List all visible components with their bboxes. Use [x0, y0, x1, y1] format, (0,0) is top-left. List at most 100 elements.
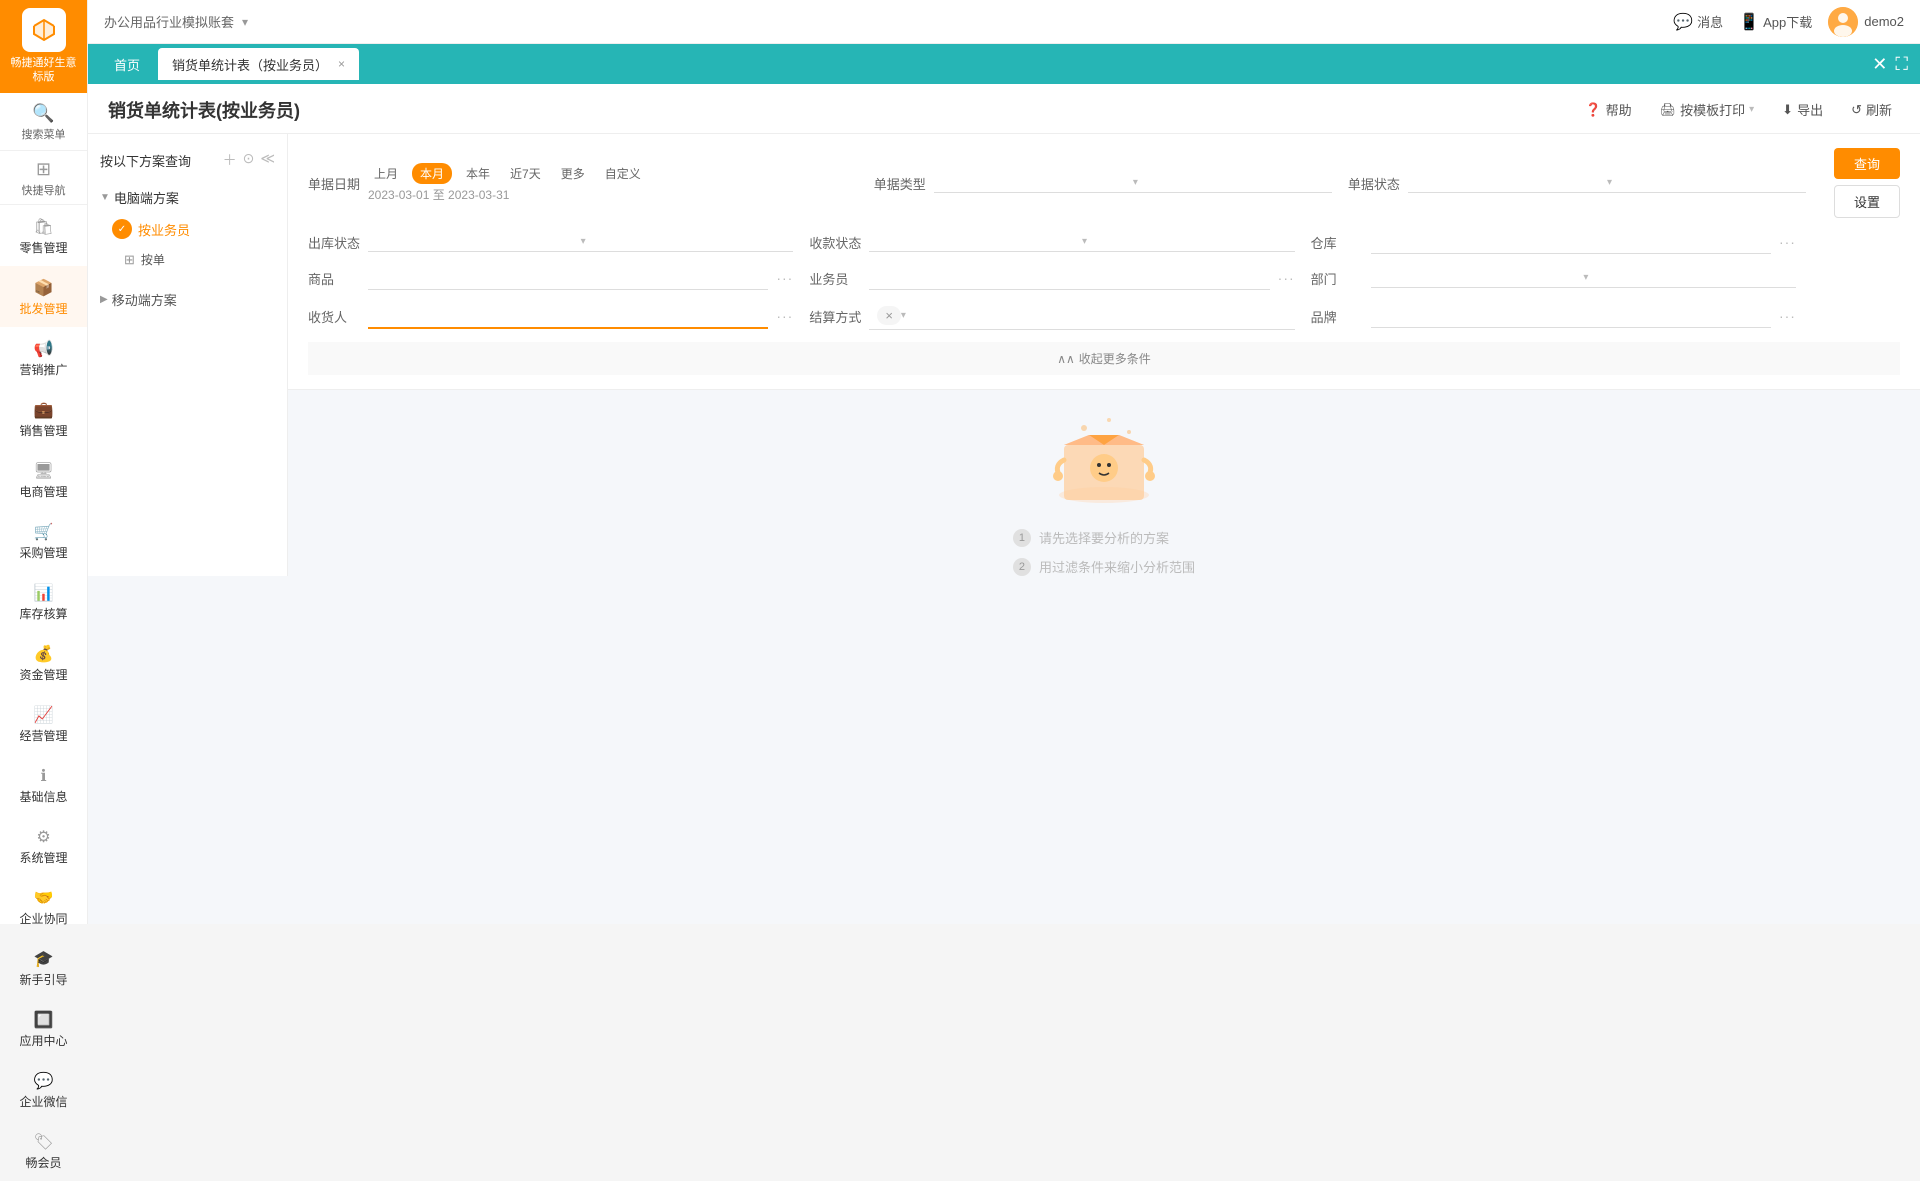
sidebar-guide-item[interactable]: 🎓 新手引导 — [0, 937, 87, 998]
goods-dots-icon[interactable]: ··· — [776, 270, 793, 286]
collapse-sidebar-icon[interactable]: ≪ — [260, 150, 275, 170]
payment-method-arrow-icon[interactable]: ▾ — [901, 310, 1287, 321]
logo-area[interactable]: 畅捷通好生意 标版 — [0, 0, 87, 93]
tab-home[interactable]: 首页 — [100, 48, 154, 80]
date-tab-last-month[interactable]: 上月 — [368, 163, 404, 184]
user-info[interactable]: demo2 — [1828, 7, 1904, 37]
settings-button[interactable]: 设置 — [1834, 185, 1900, 218]
sidebar-search-item[interactable]: 🔍 搜索菜单 — [0, 93, 87, 151]
help-button[interactable]: ❓ 帮助 — [1577, 96, 1639, 123]
sidebar-basics-label: 基础信息 — [19, 788, 67, 805]
sidebar-wechat-item[interactable]: 💬 企业微信 — [0, 1059, 87, 1120]
date-tab-this-year[interactable]: 本年 — [460, 163, 496, 184]
doc-type-field: 单据类型 ▾ — [874, 173, 1332, 193]
date-tabs: 上月 本月 本年 近7天 更多 自定义 — [368, 163, 858, 184]
department-select[interactable]: ▾ — [1371, 268, 1796, 288]
filter-by-order-item[interactable]: ⊞ 按单 — [88, 245, 287, 274]
collapse-row: ∧∧ 收起更多条件 — [308, 342, 1900, 375]
goods-input[interactable] — [368, 266, 768, 290]
empty-content: 1 请先选择要分析的方案 2 用过滤条件来缩小分析范围 — [1013, 390, 1195, 576]
page-content: 销货单统计表(按业务员) ❓ 帮助 🖨 按模板打印 ▾ ⬇ 导出 — [88, 84, 1920, 924]
doc-type-select[interactable]: ▾ — [934, 173, 1332, 193]
collapse-up-icon: ∧∧ — [1057, 352, 1075, 366]
sidebar-finance-item[interactable]: 💰 资金管理 — [0, 632, 87, 693]
tab-home-label: 首页 — [114, 55, 140, 74]
sidebar-collab-item[interactable]: 🤝 企业协同 — [0, 876, 87, 937]
sidebar-system-item[interactable]: ⚙ 系统管理 — [0, 815, 87, 876]
app-download-button[interactable]: 📱 App下载 — [1739, 12, 1812, 32]
sidebar-marketing-item[interactable]: 📢 营销推广 — [0, 327, 87, 388]
sidebar-collab-label: 企业协同 — [19, 910, 67, 927]
export-button[interactable]: ⬇ 导出 — [1774, 96, 1831, 123]
date-tab-more[interactable]: 更多 — [555, 163, 591, 184]
mobile-section-header[interactable]: ▶ 移动端方案 — [88, 284, 287, 315]
sidebar-inventory-label: 库存核算 — [19, 605, 67, 622]
breadcrumb-dropdown-icon[interactable]: ▾ — [242, 15, 248, 29]
recipient-input[interactable] — [368, 304, 768, 329]
app-download-label: App下载 — [1763, 12, 1812, 31]
department-field: 部门 ▾ — [1311, 268, 1796, 288]
edit-scheme-icon[interactable]: ⊙ — [243, 150, 255, 170]
message-button[interactable]: 💬 消息 — [1673, 12, 1723, 32]
add-scheme-icon[interactable]: ＋ — [223, 150, 237, 170]
filter-row-4: 收货人 ··· 结算方式 × ▾ — [308, 302, 1900, 330]
sidebar-finance-label: 资金管理 — [19, 666, 67, 683]
collapse-button[interactable]: ∧∧ 收起更多条件 — [1057, 350, 1151, 367]
sidebar-system-label: 系统管理 — [19, 849, 67, 866]
action-buttons: 查询 设置 — [1834, 148, 1900, 218]
tab-close-icon[interactable]: × — [338, 57, 345, 71]
query-button[interactable]: 查询 — [1834, 148, 1900, 179]
template-print-button[interactable]: 🖨 按模板打印 ▾ — [1652, 96, 1763, 123]
template-print-label: 按模板打印 — [1680, 100, 1745, 119]
tab-sales-stats[interactable]: 销货单统计表（按业务员） × — [158, 48, 359, 80]
brand-dots-icon[interactable]: ··· — [1779, 308, 1796, 324]
sidebar-retail-label: 零售管理 — [19, 239, 67, 256]
department-label: 部门 — [1311, 269, 1371, 288]
filter-sidebar: 按以下方案查询 ＋ ⊙ ≪ ▼ 电脑端方案 ✓ — [88, 134, 288, 576]
breadcrumb: 办公用品行业模拟账套 — [104, 12, 234, 31]
sidebar-wholesale-item[interactable]: 📦 批发管理 — [0, 266, 87, 327]
salesperson-dots-icon[interactable]: ··· — [1278, 270, 1295, 286]
brand-input[interactable] — [1371, 304, 1771, 328]
window-maximize-icon[interactable]: ⛶ — [1895, 54, 1908, 75]
stock-status-select[interactable]: ▾ — [368, 232, 793, 252]
page-title-row: 销货单统计表(按业务员) ❓ 帮助 🖨 按模板打印 ▾ ⬇ 导出 — [108, 96, 1900, 133]
sidebar-basics-item[interactable]: ℹ 基础信息 — [0, 754, 87, 815]
goods-label: 商品 — [308, 269, 368, 288]
window-close-icon[interactable]: ✕ — [1872, 54, 1887, 75]
sidebar-management-item[interactable]: 📈 经营管理 — [0, 693, 87, 754]
sidebar-inventory-item[interactable]: 📊 库存核算 — [0, 571, 87, 632]
sidebar-sales-item[interactable]: 💼 销售管理 — [0, 388, 87, 449]
page-header: 销货单统计表(按业务员) ❓ 帮助 🖨 按模板打印 ▾ ⬇ 导出 — [88, 84, 1920, 134]
sidebar-retail-item[interactable]: 🛍 零售管理 — [0, 205, 87, 266]
sidebar-ecommerce-item[interactable]: 🖥 电商管理 — [0, 449, 87, 510]
sidebar-purchase-item[interactable]: 🛒 采购管理 — [0, 510, 87, 571]
refresh-button[interactable]: ↺ 刷新 — [1843, 96, 1900, 123]
desktop-section-header[interactable]: ▼ 电脑端方案 — [88, 182, 287, 213]
header-right: 💬 消息 📱 App下载 demo2 — [1673, 7, 1904, 37]
payment-method-select[interactable]: × ▾ — [869, 302, 1294, 330]
sidebar-appstore-item[interactable]: 🔲 应用中心 — [0, 998, 87, 1059]
desktop-section-label: 电脑端方案 — [114, 188, 179, 207]
main-area: 办公用品行业模拟账套 ▾ 💬 消息 📱 App下载 demo2 首页 — [88, 0, 1920, 924]
payment-status-select[interactable]: ▾ — [869, 232, 1294, 252]
payment-method-clear-tag: × — [877, 306, 901, 325]
sidebar-quicknav-item[interactable]: ⊞ 快捷导航 — [0, 151, 87, 205]
date-tab-7days[interactable]: 近7天 — [504, 163, 547, 184]
salesperson-input[interactable] — [869, 266, 1269, 290]
salesperson-scheme-icon: ✓ — [112, 219, 132, 239]
date-tab-this-month[interactable]: 本月 — [412, 163, 452, 184]
filter-by-salesperson-item[interactable]: ✓ 按业务员 — [88, 213, 287, 245]
print-icon: 🖨 — [1660, 102, 1677, 118]
doc-status-select[interactable]: ▾ — [1408, 173, 1806, 193]
date-field: 单据日期 上月 本月 本年 近7天 更多 自定义 20 — [308, 163, 858, 203]
hint-num-1: 1 — [1013, 529, 1031, 547]
sidebar-member-item[interactable]: 🏷 畅会员 — [0, 1120, 87, 1181]
doc-status-field: 单据状态 ▾ — [1348, 173, 1806, 193]
warehouse-input[interactable] — [1371, 230, 1771, 254]
warehouse-dots-icon[interactable]: ··· — [1779, 234, 1796, 250]
filter-row-1: 单据日期 上月 本月 本年 近7天 更多 自定义 20 — [308, 148, 1900, 218]
order-scheme-icon: ⊞ — [124, 252, 135, 268]
recipient-dots-icon[interactable]: ··· — [776, 308, 793, 324]
date-tab-custom[interactable]: 自定义 — [599, 163, 647, 184]
